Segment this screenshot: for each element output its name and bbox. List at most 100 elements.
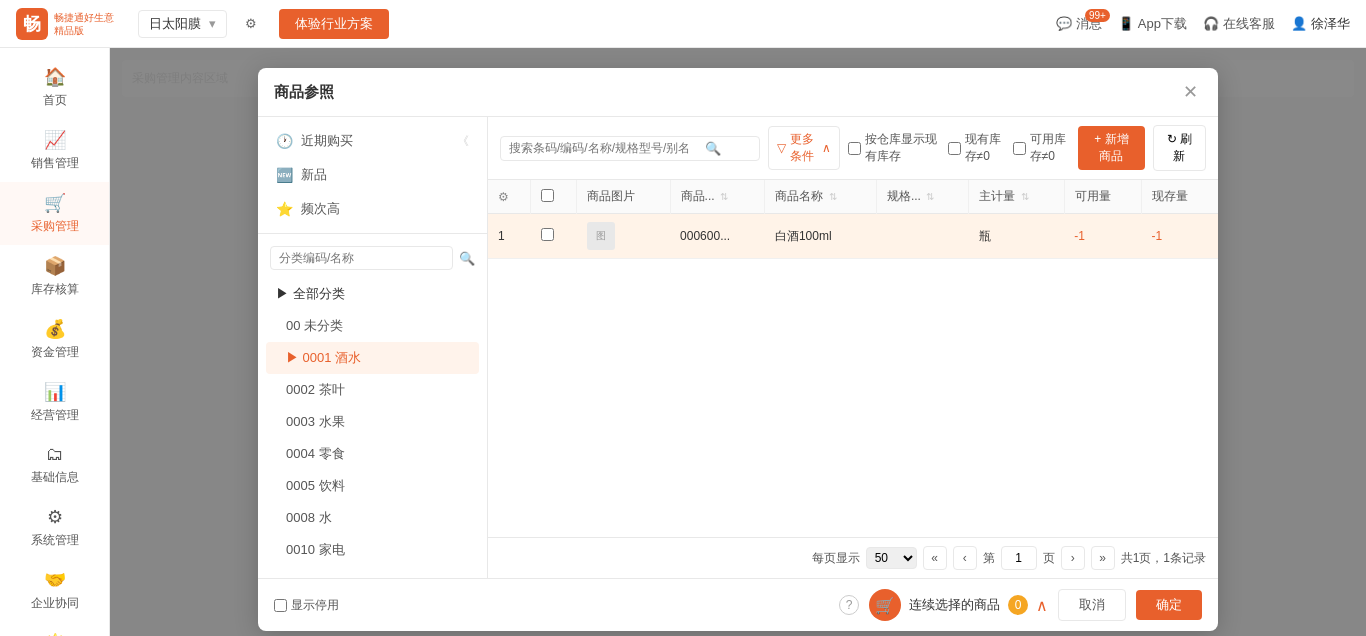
tree-item-uncategorized[interactable]: 00 未分类 [266, 310, 479, 342]
phone-icon: 📱 [1118, 16, 1134, 31]
footer-left: 显示停用 [274, 597, 339, 614]
row-num: 1 [488, 214, 531, 259]
star-icon: ⭐ [276, 201, 293, 217]
confirm-button[interactable]: 确定 [1136, 590, 1202, 620]
tree-item-0002[interactable]: 0002 茶叶 [266, 374, 479, 406]
user-avatar[interactable]: 👤 徐泽华 [1291, 15, 1350, 33]
available-stock-checkbox[interactable] [1013, 142, 1026, 155]
row-checkbox[interactable] [531, 214, 577, 259]
new-product-tab[interactable]: 🆕 新品 [266, 159, 479, 191]
clock-icon: 🕐 [276, 133, 293, 149]
first-page-button[interactable]: « [923, 546, 947, 570]
sidebar-item-enterprise[interactable]: 🤝 企业协同 [0, 559, 109, 622]
tree-item-0008[interactable]: 0008 水 [266, 502, 479, 534]
available-stock-filter[interactable]: 可用库存≠0 [1013, 131, 1070, 165]
prev-page-button[interactable]: ‹ [953, 546, 977, 570]
enterprise-icon: 🤝 [44, 569, 66, 591]
th-available[interactable]: 可用量 [1064, 180, 1141, 214]
experience-button[interactable]: 体验行业方案 [279, 9, 389, 39]
sidebar-item-basic-info[interactable]: 🗂 基础信息 [0, 434, 109, 496]
tree-item-0001[interactable]: ▶ 0001 酒水 [266, 342, 479, 374]
sidebar: 🏠 首页 📈 销售管理 🛒 采购管理 📦 库存核算 💰 资金管理 📊 经营管理 … [0, 48, 110, 636]
product-search-input[interactable] [509, 141, 699, 155]
select-all-checkbox[interactable] [541, 189, 554, 202]
sidebar-item-inventory[interactable]: 📦 库存核算 [0, 245, 109, 308]
category-search-row: 🔍 [258, 242, 487, 274]
warehouse-stock-checkbox[interactable] [848, 142, 861, 155]
content-area: 采购管理内容区域 商品参照 ✕ 🕐 近期购买 [110, 48, 1366, 636]
divider [258, 233, 487, 234]
modal-overlay: 商品参照 ✕ 🕐 近期购买 《 � [110, 48, 1366, 636]
th-settings[interactable]: ⚙ [488, 180, 531, 214]
product-table: ⚙ 商品图片 商品... ⇅ 商品名称 ⇅ 规格... ⇅ 主计量 ⇅ 可用量 [488, 180, 1218, 259]
category-search-icon[interactable]: 🔍 [459, 251, 475, 266]
tree-item-0003[interactable]: 0003 水果 [266, 406, 479, 438]
branch-selector[interactable]: 日太阳膜 ▾ [138, 10, 227, 38]
recent-purchase-tab[interactable]: 🕐 近期购买 《 [266, 125, 479, 157]
collapse-icon[interactable]: 《 [457, 133, 469, 150]
product-table-container: ⚙ 商品图片 商品... ⇅ 商品名称 ⇅ 规格... ⇅ 主计量 ⇅ 可用量 [488, 180, 1218, 537]
collapse-up-icon[interactable]: ∧ [1036, 596, 1048, 615]
sidebar-item-sales[interactable]: 📈 销售管理 [0, 119, 109, 182]
next-page-button[interactable]: › [1061, 546, 1085, 570]
right-panel: 🔍 ▽ 更多条件 ∧ 按仓库显示现有库存 [488, 117, 1218, 578]
th-name[interactable]: 商品名称 ⇅ [765, 180, 877, 214]
table-header-row: ⚙ 商品图片 商品... ⇅ 商品名称 ⇅ 规格... ⇅ 主计量 ⇅ 可用量 [488, 180, 1218, 214]
tree-item-all[interactable]: ▶ 全部分类 [266, 278, 479, 310]
operation-icon: 📊 [44, 381, 66, 403]
filter-button[interactable]: ▽ 更多条件 ∧ [768, 126, 840, 170]
modal-body: 🕐 近期购买 《 🆕 新品 ⭐ 频次高 [258, 117, 1218, 578]
messages-button[interactable]: 💬 消息 99+ [1056, 15, 1102, 33]
show-disabled-checkbox[interactable] [274, 599, 287, 612]
th-code[interactable]: 商品... ⇅ [670, 180, 765, 214]
sidebar-item-guide[interactable]: 🌟 新手引导 [0, 622, 109, 636]
th-image: 商品图片 [577, 180, 670, 214]
current-stock-checkbox[interactable] [948, 142, 961, 155]
modal-header: 商品参照 ✕ [258, 68, 1218, 117]
search-icon[interactable]: 🔍 [705, 141, 721, 156]
sidebar-item-home[interactable]: 🏠 首页 [0, 56, 109, 119]
tree-item-0010[interactable]: 0010 家电 [266, 534, 479, 566]
refresh-button[interactable]: ↻ 刷新 [1153, 125, 1206, 171]
sidebar-item-purchase[interactable]: 🛒 采购管理 [0, 182, 109, 245]
category-search-input[interactable] [270, 246, 453, 270]
th-checkbox[interactable] [531, 180, 577, 214]
high-frequency-tab[interactable]: ⭐ 频次高 [266, 193, 479, 225]
th-spec[interactable]: 规格... ⇅ [876, 180, 969, 214]
nav-right: 💬 消息 99+ 📱 App下载 🎧 在线客服 👤 徐泽华 [1056, 15, 1350, 33]
last-page-button[interactable]: » [1091, 546, 1115, 570]
row-select-checkbox[interactable] [541, 228, 554, 241]
show-disabled-filter[interactable]: 显示停用 [274, 597, 339, 614]
home-icon: 🏠 [44, 66, 66, 88]
th-unit[interactable]: 主计量 ⇅ [969, 180, 1064, 214]
tree-item-0005[interactable]: 0005 饮料 [266, 470, 479, 502]
cart-button[interactable]: 🛒 [869, 589, 901, 621]
page-number-input[interactable] [1001, 546, 1037, 570]
customer-service-button[interactable]: 🎧 在线客服 [1203, 15, 1275, 33]
cancel-button[interactable]: 取消 [1058, 589, 1126, 621]
finance-icon: 💰 [44, 318, 66, 340]
message-badge: 99+ [1085, 9, 1110, 22]
logo-text: 畅捷通好生意 精品版 [54, 11, 114, 37]
current-stock-filter[interactable]: 现有库存≠0 [948, 131, 1005, 165]
sidebar-item-finance[interactable]: 💰 资金管理 [0, 308, 109, 371]
close-icon[interactable]: ✕ [1178, 80, 1202, 104]
warehouse-stock-filter[interactable]: 按仓库显示现有库存 [848, 131, 939, 165]
help-icon[interactable]: ? [839, 595, 859, 615]
tree-item-0004[interactable]: 0004 零食 [266, 438, 479, 470]
logo-icon: 畅 [16, 8, 48, 40]
sidebar-item-operation[interactable]: 📊 经营管理 [0, 371, 109, 434]
cart-count-badge: 0 [1008, 595, 1028, 615]
left-panel: 🕐 近期购买 《 🆕 新品 ⭐ 频次高 [258, 117, 488, 578]
chevron-down-icon: ▾ [209, 16, 216, 31]
app-download-button[interactable]: 📱 App下载 [1118, 15, 1187, 33]
settings-icon[interactable]: ⚙ [235, 8, 267, 40]
row-available: -1 [1064, 214, 1141, 259]
sidebar-item-system[interactable]: ⚙ 系统管理 [0, 496, 109, 559]
add-product-button[interactable]: + 新增商品 [1078, 126, 1145, 170]
table-row[interactable]: 1 图 000600... 白酒100ml 瓶 [488, 214, 1218, 259]
page-size-select[interactable]: 50 100 200 [866, 547, 917, 569]
row-unit: 瓶 [969, 214, 1064, 259]
th-current[interactable]: 现存量 [1141, 180, 1218, 214]
modal-title: 商品参照 [274, 83, 334, 102]
